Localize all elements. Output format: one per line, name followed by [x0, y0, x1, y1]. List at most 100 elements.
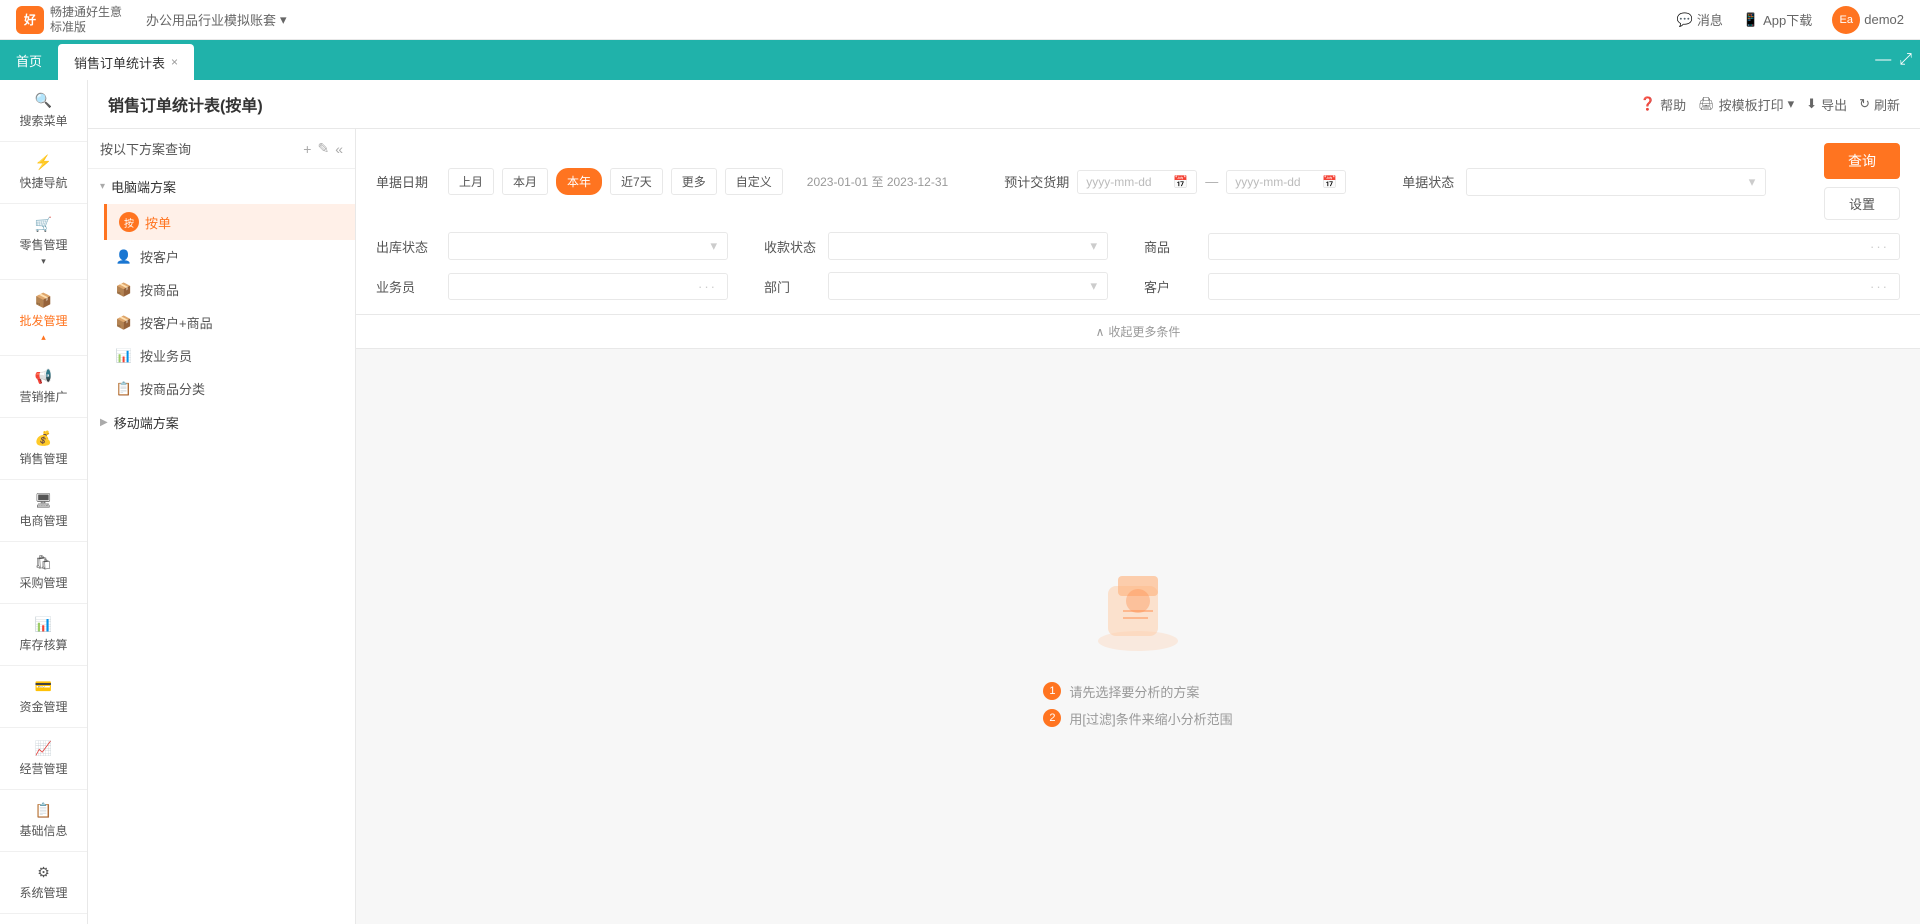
- date-buttons-group: 上月 本月 本年 近7天 更多 自定义: [448, 168, 783, 195]
- edit-scheme-icon[interactable]: ✎: [317, 140, 329, 157]
- tab-sales-order-stats[interactable]: 销售订单统计表 ×: [58, 44, 194, 80]
- settings-button[interactable]: 设置: [1824, 187, 1900, 220]
- sidebar-item-operations[interactable]: 📈 经营管理: [0, 728, 87, 790]
- date-btn-last-month[interactable]: 上月: [448, 168, 494, 195]
- download-icon: 📱: [1743, 12, 1759, 28]
- sidebar-item-enterprise[interactable]: 🤝 企业协同: [0, 914, 87, 924]
- goods-more-icon: ···: [1870, 239, 1889, 254]
- refresh-button[interactable]: ↻ 刷新: [1859, 95, 1900, 114]
- left-panel-header: 按以下方案查询 + ✎ «: [88, 129, 355, 169]
- sidebar-item-quick-nav[interactable]: ⚡ 快捷导航: [0, 142, 87, 204]
- tree-item-by-salesperson[interactable]: 📊 按业务员: [104, 339, 355, 372]
- date-btn-this-month[interactable]: 本月: [502, 168, 548, 195]
- sidebar-item-sales[interactable]: 💰 销售管理: [0, 418, 87, 480]
- maximize-icon[interactable]: ⤢: [1899, 51, 1912, 69]
- purchase-icon: 🛍: [35, 554, 53, 571]
- tree-item-by-customer-product[interactable]: 📦 按客户+商品: [104, 306, 355, 339]
- inventory-icon: 📊: [35, 616, 52, 633]
- sidebar-item-retail[interactable]: 🛒 零售管理 ▾: [0, 204, 87, 280]
- tree-pc-section: ▾ 电脑端方案 按 按单 👤 按客户 📦: [88, 169, 355, 405]
- tree-item-by-order[interactable]: 按 按单: [104, 204, 355, 240]
- query-button[interactable]: 查询: [1824, 143, 1900, 179]
- delivery-status-select[interactable]: ▾: [448, 232, 728, 260]
- user-profile[interactable]: Ea demo2: [1832, 6, 1904, 34]
- order-status-label: 单据状态: [1402, 172, 1458, 191]
- tree-item-by-customer[interactable]: 👤 按客户: [104, 240, 355, 273]
- filter-row-more: 业务员 ··· 部门 ▾ 客户: [376, 272, 1900, 300]
- hint-num-1: 1: [1043, 682, 1061, 700]
- payment-status-select[interactable]: ▾: [828, 232, 1108, 260]
- date-btn-custom[interactable]: 自定义: [725, 168, 783, 195]
- right-panel: 单据日期 上月 本月 本年 近7天 更多 自定义 2023-01-01 至 20…: [356, 129, 1920, 924]
- export-button[interactable]: ⬇ 导出: [1806, 95, 1847, 114]
- tree-mobile-header[interactable]: ▶ 移动端方案: [88, 405, 355, 440]
- order-status-select[interactable]: ▾: [1466, 168, 1766, 196]
- messages-button[interactable]: 💬 消息: [1677, 10, 1723, 29]
- sidebar-item-wholesale[interactable]: 📦 批发管理 ▴: [0, 280, 87, 356]
- goods-input[interactable]: ···: [1208, 233, 1900, 260]
- add-scheme-icon[interactable]: +: [303, 141, 311, 157]
- payment-status-group: 收款状态 ▾: [764, 232, 1108, 260]
- tree-item-by-category[interactable]: 📋 按商品分类: [104, 372, 355, 405]
- sidebar-item-inventory[interactable]: 📊 库存核算: [0, 604, 87, 666]
- refresh-icon: ↻: [1859, 96, 1870, 112]
- sidebar-item-system[interactable]: ⚙ 系统管理: [0, 852, 87, 914]
- tab-close-icon[interactable]: ×: [171, 55, 178, 69]
- app-selector[interactable]: 办公用品行业模拟账套 ▾: [146, 10, 287, 29]
- filter-row-date: 单据日期 上月 本月 本年 近7天 更多 自定义 2023-01-01 至 20…: [376, 143, 1900, 220]
- tree-pc-header[interactable]: ▾ 电脑端方案: [88, 169, 355, 204]
- expected-delivery-start[interactable]: yyyy-mm-dd 📅: [1077, 170, 1197, 194]
- chevron-down-icon: ▾: [280, 12, 287, 28]
- tab-home[interactable]: 首页: [0, 40, 58, 80]
- date-btn-this-year[interactable]: 本年: [556, 168, 602, 195]
- print-button[interactable]: 🖨 按模板打印 ▾: [1698, 95, 1794, 114]
- sidebar-item-ecommerce[interactable]: 🖥 电商管理: [0, 480, 87, 542]
- export-icon: ⬇: [1806, 96, 1817, 112]
- app-download-button[interactable]: 📱 App下载: [1743, 10, 1812, 29]
- sidebar-item-finance[interactable]: 💳 资金管理: [0, 666, 87, 728]
- salesperson-icon: 📊: [116, 348, 132, 364]
- tree-item-by-product[interactable]: 📦 按商品: [104, 273, 355, 306]
- content-body: 按以下方案查询 + ✎ « ▾ 电脑端方案 按 按: [88, 129, 1920, 924]
- empty-hints: 1 请先选择要分析的方案 2 用[过滤]条件来缩小分析范围: [1043, 682, 1232, 728]
- delivery-select-chevron: ▾: [710, 238, 717, 254]
- ecommerce-icon: 🖥: [35, 492, 53, 509]
- top-bar-left: 好 畅捷通好生意 标准版 办公用品行业模拟账套 ▾: [16, 5, 287, 34]
- date-separator: —: [1205, 174, 1218, 189]
- collapse-more-btn[interactable]: ∧ 收起更多条件: [356, 315, 1920, 349]
- sidebar-item-search-menu[interactable]: 🔍 搜索菜单: [0, 80, 87, 142]
- tree-mobile-expand-icon: ▶: [100, 417, 108, 428]
- department-select-chevron: ▾: [1090, 278, 1097, 294]
- minimize-icon[interactable]: —: [1875, 51, 1891, 69]
- date-btn-last-7-days[interactable]: 近7天: [610, 168, 663, 195]
- tab-bar: 首页 销售订单统计表 × — ⤢: [0, 40, 1920, 80]
- sidebar-item-basic-info[interactable]: 📋 基础信息: [0, 790, 87, 852]
- expected-delivery-end[interactable]: yyyy-mm-dd 📅: [1226, 170, 1346, 194]
- customer-group: 客户 ···: [1144, 273, 1900, 300]
- date-btn-more[interactable]: 更多: [671, 168, 717, 195]
- department-group: 部门 ▾: [764, 272, 1108, 300]
- sidebar-item-marketing[interactable]: 📢 营销推广: [0, 356, 87, 418]
- finance-icon: 💳: [35, 678, 52, 695]
- date-range-display: 2023-01-01 至 2023-12-31: [807, 173, 948, 190]
- salesperson-more-icon: ···: [698, 279, 717, 294]
- page-actions: ❓ 帮助 🖨 按模板打印 ▾ ⬇ 导出 ↻ 刷新: [1640, 95, 1900, 126]
- department-select[interactable]: ▾: [828, 272, 1108, 300]
- main-content: 🔍 搜索菜单 ⚡ 快捷导航 🛒 零售管理 ▾ 📦 批发管理 ▴ 📢 营销推广 💰…: [0, 80, 1920, 924]
- info-icon: 📋: [35, 802, 52, 819]
- department-label: 部门: [764, 277, 820, 296]
- sales-icon: 💰: [35, 430, 52, 447]
- customer-input[interactable]: ···: [1208, 273, 1900, 300]
- wholesale-icon: 📦: [35, 292, 52, 309]
- select-chevron-icon: ▾: [1749, 174, 1756, 190]
- lightning-icon: ⚡: [35, 154, 52, 171]
- empty-hint-1: 1 请先选择要分析的方案: [1043, 682, 1232, 701]
- help-button[interactable]: ❓ 帮助: [1640, 95, 1686, 114]
- page-title: 销售订单统计表(按单): [108, 92, 263, 128]
- customer-more-icon: ···: [1870, 279, 1889, 294]
- collapse-panel-icon[interactable]: «: [335, 141, 343, 157]
- salesperson-input[interactable]: ···: [448, 273, 728, 300]
- retail-icon: 🛒: [35, 216, 52, 233]
- sidebar-item-purchase[interactable]: 🛍 采购管理: [0, 542, 87, 604]
- product-icon: 📦: [116, 282, 132, 298]
